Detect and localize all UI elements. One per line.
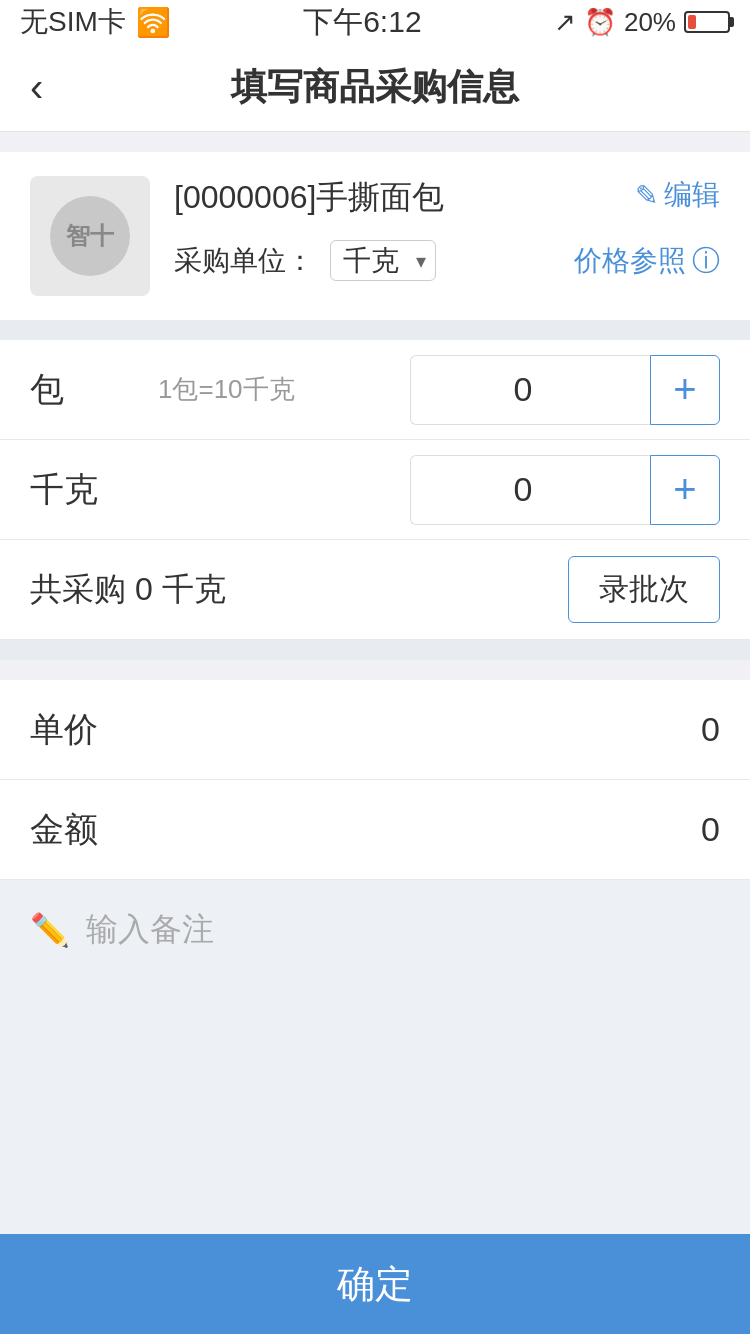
package-row: 包 1包=10千克 + xyxy=(0,340,750,440)
total-unit: 千克 xyxy=(162,571,226,607)
logo-text: 智十 xyxy=(66,220,114,252)
price-row: 单价 0 xyxy=(0,680,750,780)
status-left: 无SIM卡 🛜 xyxy=(20,3,171,41)
battery-icon xyxy=(684,11,730,33)
product-title: 手撕面包 xyxy=(316,179,444,215)
price-label: 单价 xyxy=(30,707,98,753)
total-prefix: 共采购 xyxy=(30,571,126,607)
battery-fill xyxy=(688,15,696,29)
amount-label: 金额 xyxy=(30,807,98,853)
unit-label: 采购单位： xyxy=(174,242,314,280)
product-code: [0000006] xyxy=(174,179,316,215)
record-batch-button[interactable]: 录批次 xyxy=(568,556,720,623)
package-label: 包 xyxy=(30,367,150,413)
amount-row: 金额 0 xyxy=(0,780,750,880)
input-section: 包 1包=10千克 + 千克 + xyxy=(0,340,750,540)
battery-percent: 20% xyxy=(624,7,676,38)
edit-button[interactable]: ✎ 编辑 xyxy=(635,176,720,214)
divider-1 xyxy=(0,320,750,340)
kilogram-plus-button[interactable]: + xyxy=(650,455,720,525)
package-sublabel: 1包=10千克 xyxy=(158,372,295,407)
wifi-icon: 🛜 xyxy=(136,6,171,39)
price-ref-info-icon: ⓘ xyxy=(692,242,720,280)
total-amount: 0 xyxy=(135,571,153,607)
back-button[interactable]: ‹ xyxy=(30,65,43,110)
detail-section: 单价 0 金额 0 xyxy=(0,680,750,880)
amount-value: 0 xyxy=(701,810,720,849)
bottom-area: 确定 xyxy=(0,1234,750,1334)
package-qty-input[interactable] xyxy=(410,355,650,425)
price-ref-label: 价格参照 xyxy=(574,242,686,280)
price-ref-button[interactable]: 价格参照 ⓘ xyxy=(574,242,720,280)
kilogram-qty-input[interactable] xyxy=(410,455,650,525)
pencil-icon: ✏️ xyxy=(30,911,70,949)
total-label: 共采购 0 千克 xyxy=(30,568,226,612)
total-row: 共采购 0 千克 录批次 xyxy=(0,540,750,640)
edit-icon: ✎ xyxy=(635,179,658,212)
kilogram-input-group: + xyxy=(410,455,720,525)
package-input-group: + xyxy=(410,355,720,425)
product-logo: 智十 xyxy=(50,196,130,276)
location-icon: ↗ xyxy=(554,7,576,38)
status-bar: 无SIM卡 🛜 下午6:12 ↗ ⏰ 20% xyxy=(0,0,750,44)
nav-bar: ‹ 填写商品采购信息 xyxy=(0,44,750,132)
unit-select[interactable]: 千克 xyxy=(330,240,436,281)
page-title: 填写商品采购信息 xyxy=(231,63,519,112)
divider-2 xyxy=(0,640,750,660)
confirm-button[interactable]: 确定 xyxy=(0,1234,750,1334)
package-plus-button[interactable]: + xyxy=(650,355,720,425)
edit-label: 编辑 xyxy=(664,176,720,214)
unit-select-wrapper[interactable]: 千克 ▾ xyxy=(330,240,436,281)
remark-section[interactable]: ✏️ 输入备注 xyxy=(0,880,750,980)
time-label: 下午6:12 xyxy=(303,2,421,43)
kilogram-row: 千克 + xyxy=(0,440,750,540)
carrier-label: 无SIM卡 xyxy=(20,3,126,41)
product-image: 智十 xyxy=(30,176,150,296)
kilogram-label: 千克 xyxy=(30,467,150,513)
status-right: ↗ ⏰ 20% xyxy=(554,7,730,38)
remark-placeholder: 输入备注 xyxy=(86,908,214,952)
price-value: 0 xyxy=(701,710,720,749)
product-unit-row: 采购单位： 千克 ▾ 价格参照 ⓘ xyxy=(174,240,720,281)
product-card: 智十 [0000006]手撕面包 采购单位： 千克 ▾ 价格参照 ⓘ xyxy=(0,152,750,320)
alarm-icon: ⏰ xyxy=(584,7,616,38)
